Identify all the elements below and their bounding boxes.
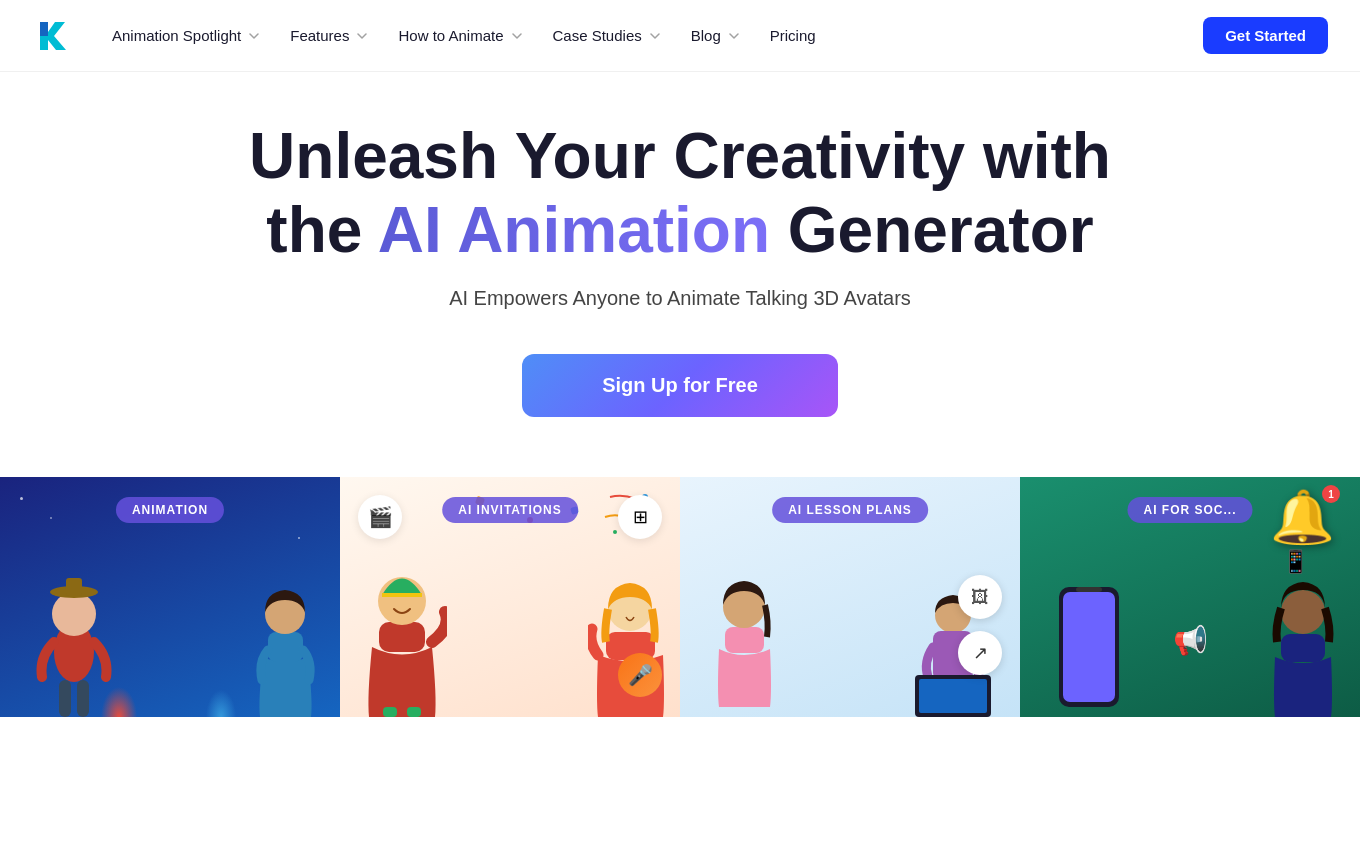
nav-label-blog: Blog: [691, 27, 721, 44]
svg-point-27: [1281, 590, 1325, 634]
chevron-down-icon: [246, 28, 262, 44]
nav-items: Animation Spotlight Features How to Anim…: [100, 19, 1179, 52]
nav-label-pricing: Pricing: [770, 27, 816, 44]
nav-item-how-to-animate[interactable]: How to Animate: [386, 19, 536, 52]
hero-section: Unleash Your Creativity with the AI Anim…: [0, 0, 1360, 757]
hero-title-line2-start: the: [266, 194, 377, 266]
svg-rect-6: [268, 632, 303, 662]
svg-rect-16: [725, 627, 764, 653]
card-invitations[interactable]: AI INVITATIONS 🎬 ⊞ 🎤: [340, 477, 680, 717]
card-lesson-plans-label: AI LESSON PLANS: [772, 497, 928, 523]
elf1-svg: [357, 557, 447, 717]
svg-rect-8: [379, 622, 425, 652]
chevron-down-icon: [354, 28, 370, 44]
svg-rect-11: [407, 707, 421, 717]
chevron-down-icon: [726, 28, 742, 44]
card-invitations-label: AI INVITATIONS: [442, 497, 578, 523]
nav-item-pricing[interactable]: Pricing: [758, 19, 828, 52]
card-animation-label: ANIMATION: [116, 497, 224, 523]
svg-rect-10: [383, 707, 397, 717]
share-icon: ↗: [958, 631, 1002, 675]
card-social-label: AI FOR SOC...: [1127, 497, 1252, 523]
hero-title-line2-end: Generator: [770, 194, 1094, 266]
film-icon: 🎬: [358, 495, 402, 539]
svg-rect-21: [919, 679, 987, 713]
svg-point-0: [54, 622, 94, 682]
nav-item-animation-spotlight[interactable]: Animation Spotlight: [100, 19, 274, 52]
nav-label-animation-spotlight: Animation Spotlight: [112, 27, 241, 44]
share-image-icon: 🖼: [958, 575, 1002, 619]
svg-rect-3: [66, 578, 82, 596]
chevron-down-icon: [647, 28, 663, 44]
social-avatar-svg: [1263, 572, 1343, 717]
feature-cards-strip: ANIMATION: [0, 477, 1360, 717]
notification-badge: 1: [1322, 485, 1340, 503]
nav-label-case-studies: Case Studies: [553, 27, 642, 44]
nav-label-features: Features: [290, 27, 349, 44]
svg-point-2: [50, 586, 98, 598]
card-lesson-plans[interactable]: AI LESSON PLANS 🖼 ↗: [680, 477, 1020, 717]
grid-icon: ⊞: [618, 495, 662, 539]
nav-label-how-to-animate: How to Animate: [398, 27, 503, 44]
navbar: Animation Spotlight Features How to Anim…: [0, 0, 1360, 72]
svg-rect-4: [59, 680, 71, 717]
card-social[interactable]: 🔔 1: [1020, 477, 1360, 717]
nav-item-blog[interactable]: Blog: [679, 19, 754, 52]
get-started-button[interactable]: Get Started: [1203, 17, 1328, 54]
social-media-icon: 📱: [1282, 549, 1309, 575]
svg-rect-26: [1281, 634, 1325, 662]
char2-svg: [248, 572, 323, 717]
hero-subtitle: AI Empowers Anyone to Animate Talking 3D…: [0, 287, 1360, 310]
hero-title: Unleash Your Creativity with the AI Anim…: [230, 120, 1130, 267]
svg-point-7: [265, 594, 305, 634]
phone-svg: [1054, 587, 1124, 717]
svg-point-1: [52, 592, 96, 636]
hero-title-accent: AI Animation: [378, 194, 770, 266]
svg-rect-25: [1076, 587, 1102, 592]
megaphone-icon: 📢: [1173, 624, 1208, 657]
svg-point-15: [613, 530, 617, 534]
chevron-down-icon: [509, 28, 525, 44]
logo[interactable]: [32, 16, 72, 56]
lesson-avatar-svg: [707, 567, 782, 707]
hero-title-line1: Unleash Your Creativity with: [249, 120, 1111, 192]
nav-item-features[interactable]: Features: [278, 19, 382, 52]
char1-svg: [34, 562, 114, 717]
card-animation[interactable]: ANIMATION: [0, 477, 340, 717]
svg-rect-5: [77, 680, 89, 717]
signup-for-free-button[interactable]: Sign Up for Free: [522, 354, 838, 417]
svg-rect-24: [1063, 592, 1115, 702]
nav-item-case-studies[interactable]: Case Studies: [541, 19, 675, 52]
mic-icon: 🎤: [618, 653, 662, 697]
